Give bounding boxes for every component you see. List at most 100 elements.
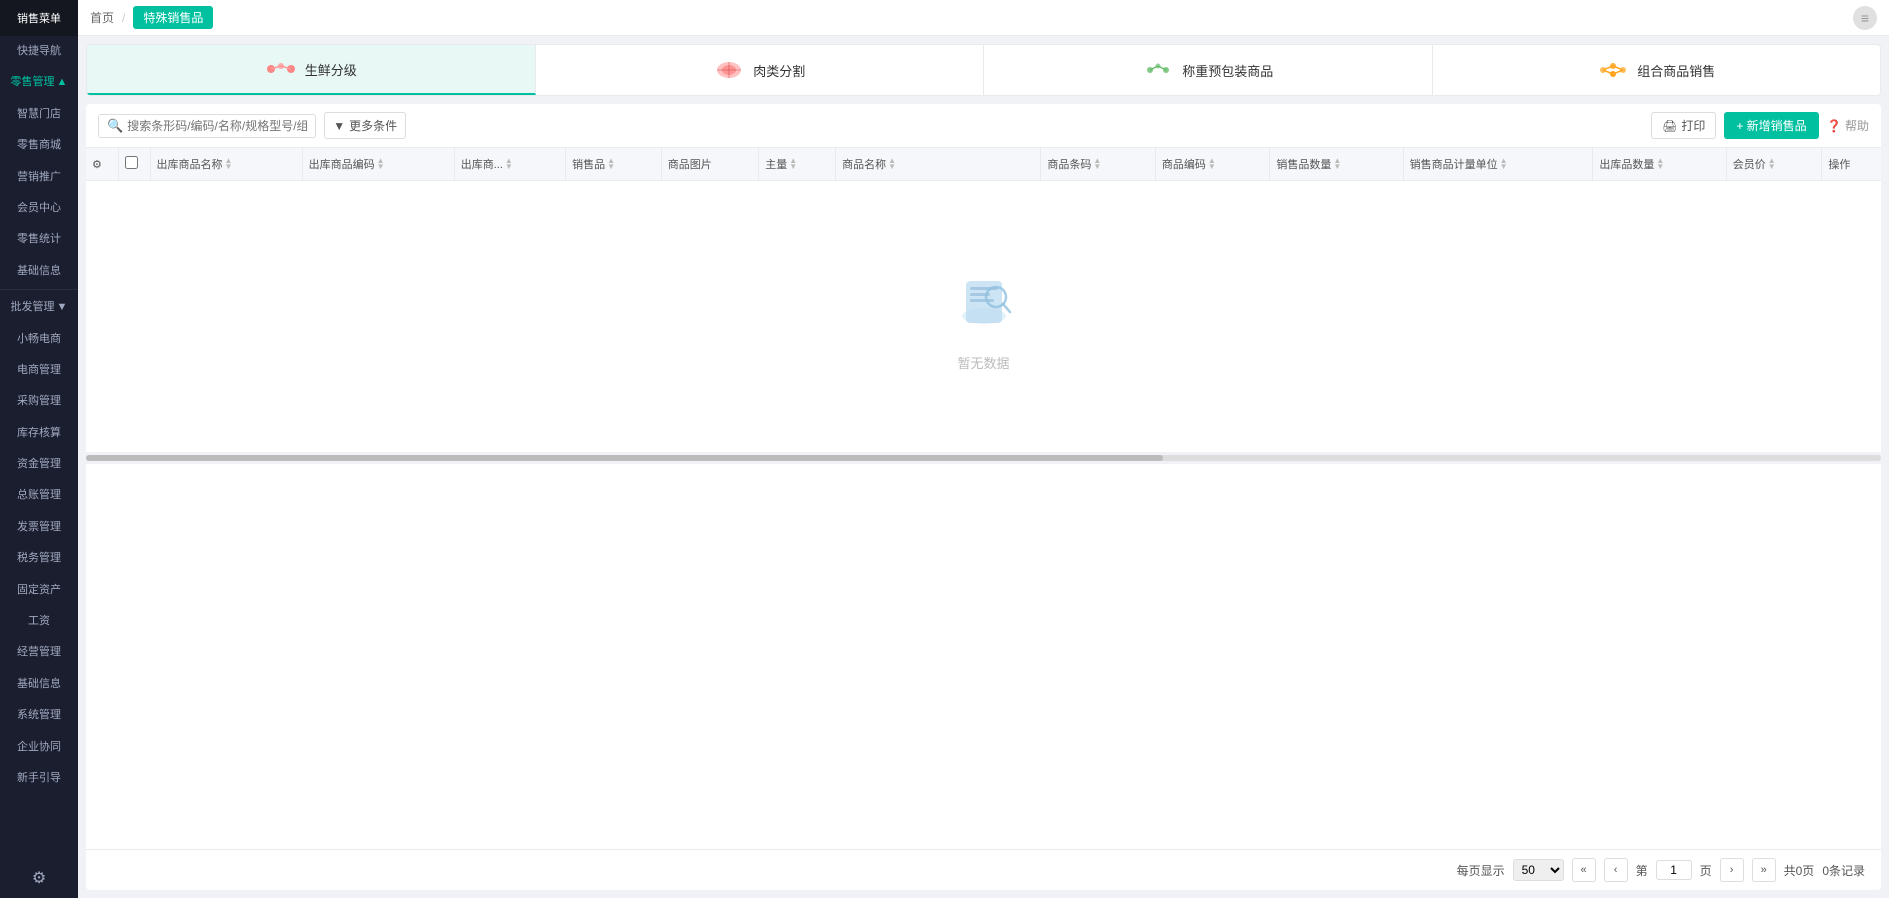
col-member-price[interactable]: 会员价 ▲▼: [1726, 148, 1822, 181]
fresh-grade-icon: [265, 57, 297, 81]
sort-arrows-sale-unit: ▲▼: [1500, 158, 1508, 169]
col-out-qty[interactable]: 出库品数量 ▲▼: [1593, 148, 1726, 181]
col-goods-code-label: 商品编码: [1162, 156, 1206, 172]
prev-page-icon: ‹: [1614, 864, 1618, 876]
filter-button[interactable]: ▼ 更多条件: [324, 112, 406, 139]
tab-meat-cut-label: 肉类分割: [753, 61, 805, 80]
col-barcode[interactable]: 商品条码 ▲▼: [1041, 148, 1155, 181]
scroll-bar-container[interactable]: [86, 452, 1881, 464]
sidebar-item-ops-mgmt[interactable]: 经营管理: [0, 637, 78, 668]
sort-arrows-goods-name: ▲▼: [888, 158, 896, 169]
per-page-select[interactable]: 50 10 20 100: [1513, 859, 1564, 881]
sidebar-item-enterprise-coop[interactable]: 企业协同: [0, 732, 78, 763]
topbar-toggle[interactable]: ≡: [1853, 6, 1877, 30]
sidebar-item-fund-mgmt[interactable]: 资金管理: [0, 449, 78, 480]
sidebar-item-retail-mgmt[interactable]: 零售管理 ▲: [0, 67, 78, 98]
sidebar-item-smart-store[interactable]: 智慧门店: [0, 99, 78, 130]
print-icon: 🖨: [1662, 119, 1677, 133]
tab-combo-sales[interactable]: 组合商品销售: [1433, 45, 1881, 95]
empty-text: 暂无数据: [957, 353, 1009, 372]
select-all-checkbox[interactable]: [125, 156, 138, 169]
page-label: 第: [1636, 862, 1648, 879]
sidebar-item-sales-promo[interactable]: 营销推广: [0, 162, 78, 193]
tab-cards: 生鲜分级 肉类分割: [86, 44, 1881, 96]
sidebar-item-general-ledger[interactable]: 总账管理: [0, 480, 78, 511]
sidebar-item-new-guide[interactable]: 新手引导: [0, 763, 78, 794]
sidebar-item-payroll[interactable]: 工资: [0, 606, 78, 637]
toolbar-left: 🔍 ▼ 更多条件: [98, 112, 406, 139]
search-box[interactable]: 🔍: [98, 114, 316, 138]
filter-label: 更多条件: [349, 117, 397, 134]
sort-arrows-out-extra: ▲▼: [505, 158, 513, 169]
last-page-button[interactable]: »: [1752, 858, 1776, 882]
col-barcode-label: 商品条码: [1047, 156, 1091, 172]
col-member-price-label: 会员价: [1733, 156, 1766, 172]
print-button[interactable]: 🖨 打印: [1651, 112, 1716, 139]
sidebar-item-ecom-mgmt[interactable]: 电商管理: [0, 355, 78, 386]
print-label: 打印: [1681, 117, 1705, 134]
col-out-extra[interactable]: 出库商... ▲▼: [454, 148, 565, 181]
sidebar-item-retail-stats[interactable]: 零售统计: [0, 224, 78, 255]
col-out-code-label: 出库商品编码: [309, 156, 375, 172]
tab-fresh-grade[interactable]: 生鲜分级: [87, 45, 536, 95]
gear-icon[interactable]: ⚙: [0, 858, 78, 898]
sidebar-item-basic-info[interactable]: 基础信息: [0, 256, 78, 287]
breadcrumb-home[interactable]: 首页: [90, 9, 114, 26]
toolbar-right: 🖨 打印 + 新增销售品 ❓ 帮助: [1651, 112, 1869, 139]
main-content: 首页 / 特殊销售品 ≡ 生鲜分级: [78, 0, 1889, 898]
sidebar-item-quick-nav[interactable]: 快捷导航: [0, 36, 78, 67]
sort-arrows-member-price: ▲▼: [1768, 158, 1776, 169]
sort-arrows-out-qty: ▲▼: [1656, 158, 1664, 169]
col-sale-unit[interactable]: 销售商品计量单位 ▲▼: [1403, 148, 1593, 181]
add-product-button[interactable]: + 新增销售品: [1724, 112, 1818, 139]
sidebar-item-basic-info2[interactable]: 基础信息: [0, 669, 78, 700]
col-main-weight[interactable]: 主量 ▲▼: [759, 148, 836, 181]
col-main-weight-label: 主量: [765, 156, 787, 172]
page-input[interactable]: [1656, 860, 1692, 880]
toolbar: 🔍 ▼ 更多条件 🖨 打印 + 新增销售品: [86, 104, 1881, 148]
sidebar-item-retail-mall[interactable]: 零售商城: [0, 130, 78, 161]
pagination-bar: 每页显示 50 10 20 100 « ‹ 第 页 ›: [86, 849, 1881, 890]
tab-meat-cut[interactable]: 肉类分割: [536, 45, 985, 95]
prev-page-button[interactable]: ‹: [1604, 858, 1628, 882]
sidebar-logo: 销售菜单: [0, 0, 78, 36]
table-container: ⚙ 出库商品名称 ▲▼: [86, 148, 1881, 849]
col-settings[interactable]: ⚙: [86, 148, 118, 181]
col-checkbox[interactable]: [118, 148, 150, 181]
help-label: 帮助: [1845, 119, 1869, 133]
help-button[interactable]: ❓ 帮助: [1827, 117, 1869, 134]
scale-pkg-icon: [1142, 58, 1174, 82]
data-table: ⚙ 出库商品名称 ▲▼: [86, 148, 1881, 181]
col-sale-unit-label: 销售商品计量单位: [1410, 156, 1498, 172]
sidebar-item-invoice-mgmt[interactable]: 发票管理: [0, 512, 78, 543]
col-sale-item[interactable]: 销售品 ▲▼: [566, 148, 662, 181]
sidebar-item-member-center[interactable]: 会员中心: [0, 193, 78, 224]
first-page-button[interactable]: «: [1572, 858, 1596, 882]
combo-sales-icon: [1597, 58, 1629, 82]
sort-arrows-sale-item: ▲▼: [607, 158, 615, 169]
next-page-button[interactable]: ›: [1720, 858, 1744, 882]
sidebar-item-inventory[interactable]: 库存核算: [0, 418, 78, 449]
next-page-icon: ›: [1730, 864, 1734, 876]
col-goods-code[interactable]: 商品编码 ▲▼: [1155, 148, 1269, 181]
last-page-icon: »: [1761, 864, 1767, 876]
sidebar-item-wholesale-mgmt[interactable]: 批发管理 ▼: [0, 292, 78, 323]
search-input[interactable]: [127, 119, 307, 133]
sidebar-item-system-mgmt[interactable]: 系统管理: [0, 700, 78, 731]
breadcrumb-current[interactable]: 特殊销售品: [133, 6, 213, 29]
col-out-code[interactable]: 出库商品编码 ▲▼: [302, 148, 454, 181]
col-out-name[interactable]: 出库商品名称 ▲▼: [150, 148, 302, 181]
first-page-icon: «: [1581, 864, 1587, 876]
sidebar-item-tax-mgmt[interactable]: 税务管理: [0, 543, 78, 574]
sidebar-item-purchase-mgmt[interactable]: 采购管理: [0, 386, 78, 417]
col-goods-name-label: 商品名称: [842, 156, 886, 172]
sidebar-item-fixed-assets[interactable]: 固定资产: [0, 575, 78, 606]
total-pages: 共0页: [1784, 862, 1815, 879]
col-goods-name[interactable]: 商品名称 ▲▼: [836, 148, 1041, 181]
col-sale-qty[interactable]: 销售品数量 ▲▼: [1270, 148, 1403, 181]
tab-scale-pkg[interactable]: 称重预包装商品: [984, 45, 1433, 95]
breadcrumb-separator: /: [122, 11, 125, 25]
col-out-extra-label: 出库商...: [461, 156, 503, 172]
sidebar-item-mini-ecom[interactable]: 小畅电商: [0, 324, 78, 355]
tab-fresh-grade-label: 生鲜分级: [305, 60, 357, 79]
